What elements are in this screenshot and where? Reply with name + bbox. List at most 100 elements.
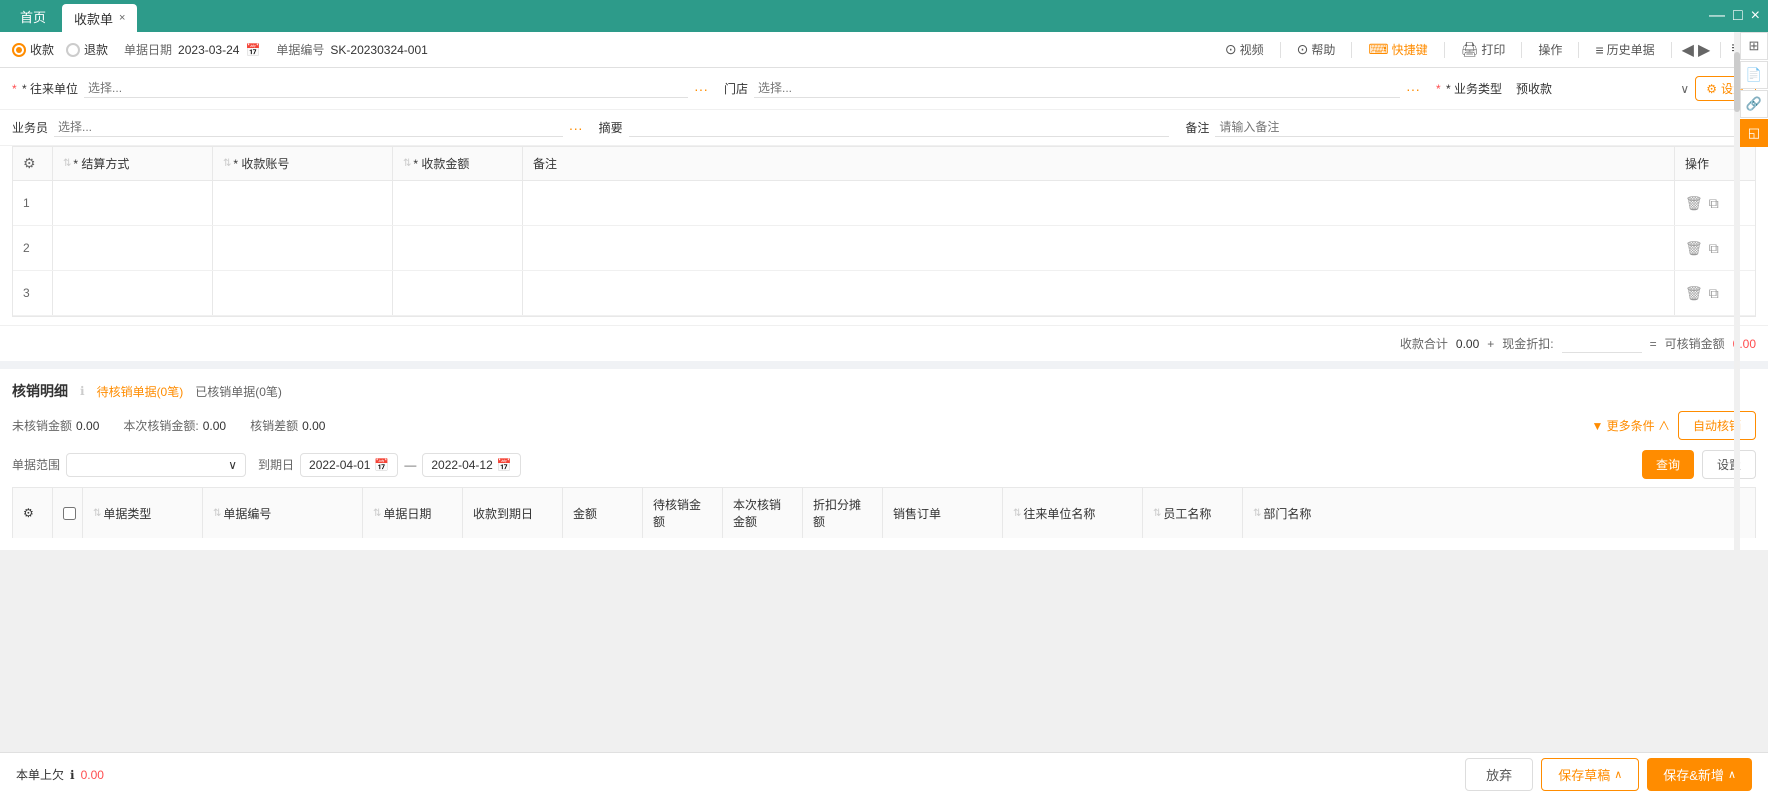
tab-close-icon[interactable]: × <box>119 12 125 24</box>
shop-more-btn[interactable]: ··· <box>1406 81 1420 97</box>
bth-gear[interactable]: ⚙ <box>13 488 53 538</box>
receipt-table: ⚙ ⇅ * 结算方式 ⇅ * 收款账号 ⇅ * 收款金额 备注 操作 1 <box>12 146 1756 317</box>
biztype-dropdown-icon[interactable]: ∨ <box>1680 82 1689 96</box>
row-amount-1[interactable] <box>393 181 523 225</box>
row-settlement-3[interactable] <box>53 271 213 315</box>
partner-input[interactable] <box>88 81 684 95</box>
date-to-icon[interactable]: 📅 <box>497 458 512 472</box>
row-remark-2[interactable] <box>523 226 1675 270</box>
date-value[interactable]: 2023-03-24 <box>178 43 239 57</box>
bottom-gear-icon[interactable]: ⚙ <box>23 506 34 520</box>
sidebar-link-icon[interactable]: 🔗 <box>1740 90 1768 118</box>
filter-settings-btn[interactable]: 设置 <box>1702 450 1756 479</box>
nav-next-icon[interactable]: ▶ <box>1698 40 1710 60</box>
th-gear[interactable]: ⚙ <box>13 147 53 180</box>
radio-shoukuan[interactable]: 收款 <box>12 41 54 58</box>
row-copy-icon-3[interactable]: ⧉ <box>1709 285 1719 302</box>
row-account-3[interactable] <box>213 271 393 315</box>
range-select[interactable]: ∨ <box>66 453 246 477</box>
tab-home[interactable]: 首页 <box>8 0 58 32</box>
form-row-1: * * 往来单位 ··· 门店 ··· * * 业务类型 预收款 ∨ ⚙ <box>0 68 1768 110</box>
remark-input-box <box>1215 118 1756 137</box>
verif-done-tab[interactable]: 已核销单据(0笔) <box>195 383 282 400</box>
operation-btn[interactable]: 操作 <box>1532 39 1568 60</box>
more-conditions-btn[interactable]: ▼ 更多条件 ∧ <box>1591 417 1670 434</box>
sort-dept: ⇅ <box>1253 508 1261 519</box>
maximize-icon[interactable]: □ <box>1733 7 1743 25</box>
biztype-field: * * 业务类型 预收款 ∨ ⚙ 设置 <box>1436 76 1756 101</box>
sidebar-doc-icon[interactable]: 📄 <box>1740 61 1768 89</box>
nav-prev-icon[interactable]: ◀ <box>1682 40 1694 60</box>
print-btn[interactable]: 🖨 打印 <box>1455 39 1512 60</box>
shop-label: 门店 <box>724 80 748 97</box>
sidebar-table-icon[interactable]: ⊞ <box>1740 32 1768 60</box>
radio-tuikuan-label: 退款 <box>84 41 108 58</box>
table-row: 1 🗑 ⧉ <box>13 181 1755 226</box>
close-icon[interactable]: × <box>1751 7 1760 25</box>
scrollbar-area[interactable] <box>1734 32 1740 752</box>
type-radio-group: 收款 退款 <box>12 41 108 58</box>
radio-tuikuan[interactable]: 退款 <box>66 41 108 58</box>
verification-section: 核销明细 ℹ 待核销单据(0笔) 已核销单据(0笔) 未核销金额 0.00 本次… <box>0 369 1768 550</box>
row-copy-icon-2[interactable]: ⧉ <box>1709 240 1719 257</box>
staff-input-box <box>54 118 563 137</box>
video-btn[interactable]: ⊙ 视频 <box>1219 39 1270 60</box>
date-from-input[interactable]: 2022-04-01 📅 <box>300 453 398 477</box>
save-new-btn[interactable]: 保存&新增 ∧ <box>1647 758 1752 791</box>
row-delete-icon-3[interactable]: 🗑 <box>1685 285 1703 302</box>
table-gear-icon[interactable]: ⚙ <box>23 155 36 172</box>
th-account: ⇅ * 收款账号 <box>213 147 393 180</box>
save-draft-btn[interactable]: 保存草稿 ∧ <box>1541 758 1639 791</box>
row-account-1[interactable] <box>213 181 393 225</box>
sort-date: ⇅ <box>373 508 381 519</box>
verif-info-icon[interactable]: ℹ <box>80 384 85 398</box>
discard-btn[interactable]: 放弃 <box>1465 758 1533 791</box>
date-from-icon[interactable]: 📅 <box>374 458 389 472</box>
calc-discount-input[interactable] <box>1562 334 1642 353</box>
row-amount-3[interactable] <box>393 271 523 315</box>
row-num-3: 3 <box>13 271 53 315</box>
bth-amount: 金额 <box>563 488 643 538</box>
shop-input[interactable] <box>758 81 1396 95</box>
row-settlement-1[interactable] <box>53 181 213 225</box>
bth-pending: 待核销金额 <box>643 488 723 538</box>
history-label: 历史单据 <box>1607 41 1655 58</box>
bth-partner: ⇅ 往来单位名称 <box>1003 488 1143 538</box>
number-field: 单据编号 SK-20230324-001 <box>276 41 427 58</box>
minimize-icon[interactable]: — <box>1709 7 1725 25</box>
current-label: 本次核销金额: <box>123 417 198 434</box>
row-remark-1[interactable] <box>523 181 1675 225</box>
bottom-total-value: 0.00 <box>81 768 104 782</box>
partner-more-btn[interactable]: ··· <box>694 81 708 97</box>
scrollbar-thumb[interactable] <box>1734 52 1740 112</box>
row-account-2[interactable] <box>213 226 393 270</box>
shortcut-btn[interactable]: ⌨ 快捷键 <box>1362 39 1433 60</box>
remark-input[interactable] <box>1219 120 1752 134</box>
save-new-arrow: ∧ <box>1728 768 1736 781</box>
history-btn[interactable]: ≡ 历史单据 <box>1589 39 1660 60</box>
required-star: * <box>12 82 17 96</box>
query-btn[interactable]: 查询 <box>1642 450 1694 479</box>
sidebar-active-icon[interactable]: ◱ <box>1740 119 1768 147</box>
calendar-icon[interactable]: 📅 <box>245 43 260 57</box>
verif-title: 核销明细 <box>12 381 68 401</box>
row-actions-1: 🗑 ⧉ <box>1675 181 1755 225</box>
staff-input[interactable] <box>58 120 559 134</box>
auto-verif-btn[interactable]: 自动核销 <box>1678 411 1756 440</box>
row-delete-icon-1[interactable]: 🗑 <box>1685 195 1703 212</box>
bth-checkbox[interactable] <box>53 488 83 538</box>
row-settlement-2[interactable] <box>53 226 213 270</box>
row-amount-2[interactable] <box>393 226 523 270</box>
verif-pending-tab[interactable]: 待核销单据(0笔) <box>97 383 184 400</box>
row-copy-icon-1[interactable]: ⧉ <box>1709 195 1719 212</box>
row-delete-icon-2[interactable]: 🗑 <box>1685 240 1703 257</box>
tab-active[interactable]: 收款单 × <box>62 4 137 32</box>
summary-input[interactable] <box>633 120 1166 134</box>
row-remark-3[interactable] <box>523 271 1675 315</box>
date-to-input[interactable]: 2022-04-12 📅 <box>422 453 520 477</box>
select-all-checkbox[interactable] <box>63 507 76 520</box>
staff-more-btn[interactable]: ··· <box>569 120 583 136</box>
help-btn[interactable]: ⊙ 帮助 <box>1291 39 1342 60</box>
settings-icon: ⚙ <box>1706 82 1717 96</box>
row-actions-2: 🗑 ⧉ <box>1675 226 1755 270</box>
